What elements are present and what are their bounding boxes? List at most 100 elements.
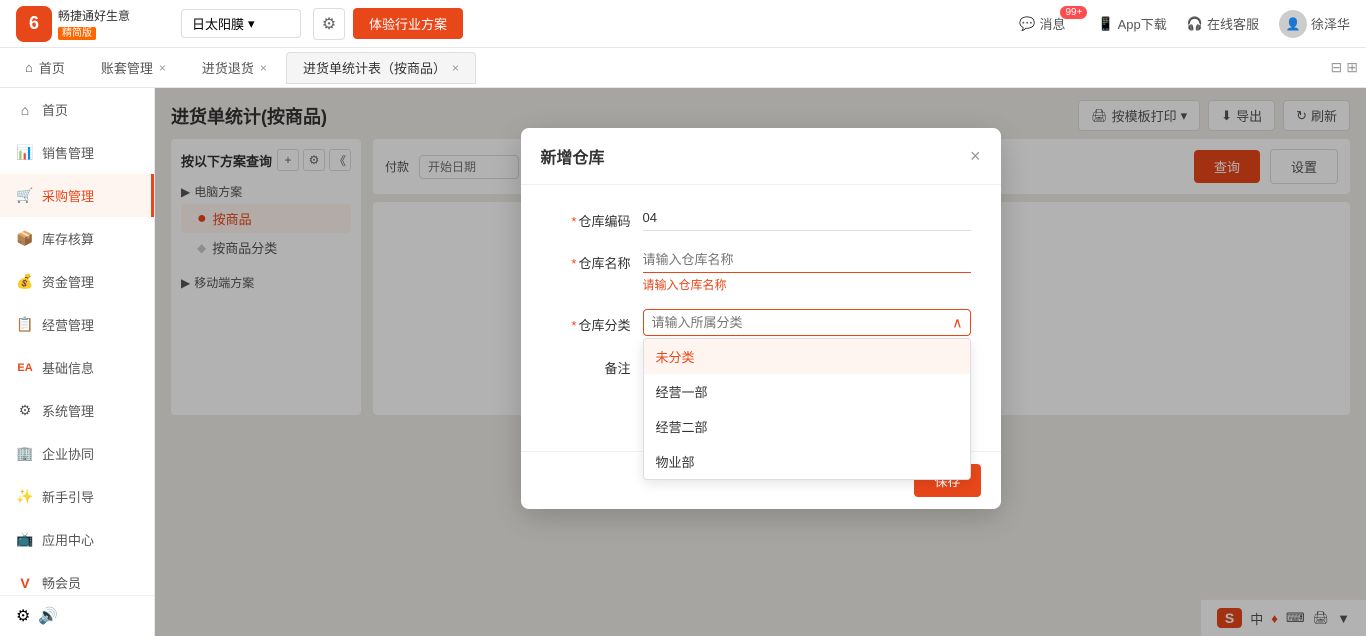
inventory-icon: 📦	[16, 230, 34, 248]
avatar: 👤	[1279, 10, 1307, 38]
sidebar-item-guide[interactable]: ✨ 新手引导	[0, 475, 154, 518]
tab-home[interactable]: ⌂ 首页	[8, 52, 82, 84]
username-label: 徐泽华	[1311, 14, 1350, 33]
dropdown-item-property[interactable]: 物业部	[644, 444, 970, 479]
warehouse-code-row: *仓库编码	[551, 205, 971, 231]
dropdown-item-dept1[interactable]: 经营一部	[644, 374, 970, 409]
tab-purchase-return-close-icon[interactable]: ×	[260, 61, 267, 75]
vip-icon: V	[16, 574, 34, 592]
tab-purchase-stats-close-icon[interactable]: ×	[452, 61, 459, 75]
warehouse-code-field	[643, 205, 971, 231]
sidebar-basic-label: 基础信息	[42, 358, 94, 377]
tab-minimize-icon[interactable]: ⊟	[1331, 59, 1343, 76]
sidebar-item-operation[interactable]: 📋 经营管理	[0, 303, 154, 346]
sidebar-enterprise-label: 企业协同	[42, 444, 94, 463]
logo-area: 6 畅捷通好生意 精简版	[16, 6, 171, 42]
message-icon: 💬	[1019, 16, 1035, 32]
store-selector[interactable]: 日太阳膜 ▾	[181, 9, 301, 38]
sales-icon: 📊	[16, 144, 34, 162]
sidebar-guide-label: 新手引导	[42, 487, 94, 506]
sidebar-settings-icon[interactable]: ⚙	[16, 606, 30, 626]
guide-icon: ✨	[16, 488, 34, 506]
tab-bar-controls: ⊟ ⊞	[1331, 59, 1358, 76]
online-service-btn[interactable]: 🎧 在线客服	[1187, 14, 1259, 33]
sidebar-purchase-label: 采购管理	[42, 186, 94, 205]
operation-icon: 📋	[16, 316, 34, 334]
warehouse-code-label: *仓库编码	[551, 205, 631, 230]
finance-icon: 💰	[16, 273, 34, 291]
sidebar-item-inventory[interactable]: 📦 库存核算	[0, 217, 154, 260]
warehouse-name-error: 请输入仓库名称	[643, 276, 971, 293]
sidebar-inventory-label: 库存核算	[42, 229, 94, 248]
tab-bar: ⌂ 首页 账套管理 × 进货退货 × 进货单统计表（按商品） × ⊟ ⊞	[0, 48, 1366, 88]
warehouse-category-select-wrapper: ∧ 未分类 经营一部 经营二部 物业部	[643, 309, 971, 336]
online-service-label: 在线客服	[1207, 14, 1259, 33]
logo-icon: 6	[16, 6, 52, 42]
tab-expand-icon[interactable]: ⊞	[1346, 59, 1358, 76]
modal-title: 新增仓库	[541, 144, 605, 168]
tab-purchase-stats[interactable]: 进货单统计表（按商品） ×	[286, 52, 476, 84]
main-layout: ⌂ 首页 📊 销售管理 🛒 采购管理 📦 库存核算 💰 资金管理 📋 经营管理 …	[0, 88, 1366, 636]
message-btn[interactable]: 💬 消息 99+	[1019, 14, 1077, 33]
warehouse-name-label: *仓库名称	[551, 247, 631, 272]
category-dropdown: 未分类 经营一部 经营二部 物业部	[643, 338, 971, 480]
tab-purchase-return[interactable]: 进货退货 ×	[185, 52, 284, 84]
home-icon: ⌂	[16, 101, 34, 119]
warehouse-category-label: *仓库分类	[551, 309, 631, 334]
modal-header: 新增仓库 ×	[521, 128, 1001, 185]
sidebar-item-purchase[interactable]: 🛒 采购管理	[0, 174, 154, 217]
logo-text: 畅捷通好生意	[58, 8, 130, 25]
sidebar-item-home[interactable]: ⌂ 首页	[0, 88, 154, 131]
app-download-btn[interactable]: 📱 App下载	[1097, 14, 1166, 33]
sidebar-item-appcenter[interactable]: 📺 应用中心	[0, 518, 154, 561]
store-name: 日太阳膜	[192, 14, 244, 33]
enterprise-icon: 🏢	[16, 445, 34, 463]
phone-icon: 📱	[1097, 16, 1113, 32]
tab-purchase-return-label: 进货退货	[202, 58, 254, 77]
user-profile-btn[interactable]: 👤 徐泽华	[1279, 10, 1350, 38]
warehouse-category-row: *仓库分类 ∧ 未分类 经营一部 经营二部	[551, 309, 971, 336]
remark-label: 备注	[551, 352, 631, 377]
sidebar-finance-label: 资金管理	[42, 272, 94, 291]
modal-body: *仓库编码 *仓库名称 请输入仓库名称	[521, 185, 1001, 451]
warehouse-name-field: 请输入仓库名称	[643, 247, 971, 293]
warehouse-category-field: ∧ 未分类 经营一部 经营二部 物业部	[643, 309, 971, 336]
tab-accounts[interactable]: 账套管理 ×	[84, 52, 183, 84]
new-warehouse-modal: 新增仓库 × *仓库编码	[521, 128, 1001, 509]
header-right: 💬 消息 99+ 📱 App下载 🎧 在线客服 👤 徐泽华	[1019, 10, 1350, 38]
sidebar-item-finance[interactable]: 💰 资金管理	[0, 260, 154, 303]
headset-icon: 🎧	[1187, 16, 1203, 32]
store-chevron-icon: ▾	[248, 16, 255, 32]
modal-close-button[interactable]: ×	[970, 147, 981, 165]
sidebar: ⌂ 首页 📊 销售管理 🛒 采购管理 📦 库存核算 💰 资金管理 📋 经营管理 …	[0, 88, 155, 636]
dropdown-item-dept2[interactable]: 经营二部	[644, 409, 970, 444]
modal-overlay: 新增仓库 × *仓库编码	[155, 88, 1366, 636]
warehouse-name-row: *仓库名称 请输入仓库名称	[551, 247, 971, 293]
sidebar-item-enterprise[interactable]: 🏢 企业协同	[0, 432, 154, 475]
tab-accounts-label: 账套管理	[101, 58, 153, 77]
sidebar-system-label: 系统管理	[42, 401, 94, 420]
basic-icon: EA	[16, 359, 34, 377]
app-download-label: App下载	[1118, 14, 1167, 33]
sidebar-home-label: 首页	[42, 100, 68, 119]
sidebar-speaker-icon[interactable]: 🔊	[38, 606, 58, 626]
warehouse-category-input[interactable]	[643, 309, 971, 336]
top-header: 6 畅捷通好生意 精简版 日太阳膜 ▾ ⚙ 体验行业方案 💬 消息 99+ 📱 …	[0, 0, 1366, 48]
sidebar-item-sales[interactable]: 📊 销售管理	[0, 131, 154, 174]
tab-accounts-close-icon[interactable]: ×	[159, 61, 166, 75]
sidebar-item-system[interactable]: ⚙ 系统管理	[0, 389, 154, 432]
content-area: 进货单统计(按商品) 🖨 按模板打印 ▾ ⬇ 导出 ↻ 刷新	[155, 88, 1366, 636]
sidebar-operation-label: 经营管理	[42, 315, 94, 334]
settings-button[interactable]: ⚙	[313, 8, 345, 40]
sidebar-item-basic[interactable]: EA 基础信息	[0, 346, 154, 389]
sidebar-appcenter-label: 应用中心	[42, 530, 94, 549]
trial-button[interactable]: 体验行业方案	[353, 8, 463, 39]
logo-badge: 精简版	[58, 27, 96, 40]
header-actions: ⚙ 体验行业方案	[313, 8, 463, 40]
sidebar-vip-label: 畅会员	[42, 573, 81, 592]
warehouse-name-input[interactable]	[643, 247, 971, 273]
appcenter-icon: 📺	[16, 531, 34, 549]
dropdown-item-none[interactable]: 未分类	[644, 339, 970, 374]
warehouse-code-input[interactable]	[643, 205, 971, 231]
system-icon: ⚙	[16, 402, 34, 420]
